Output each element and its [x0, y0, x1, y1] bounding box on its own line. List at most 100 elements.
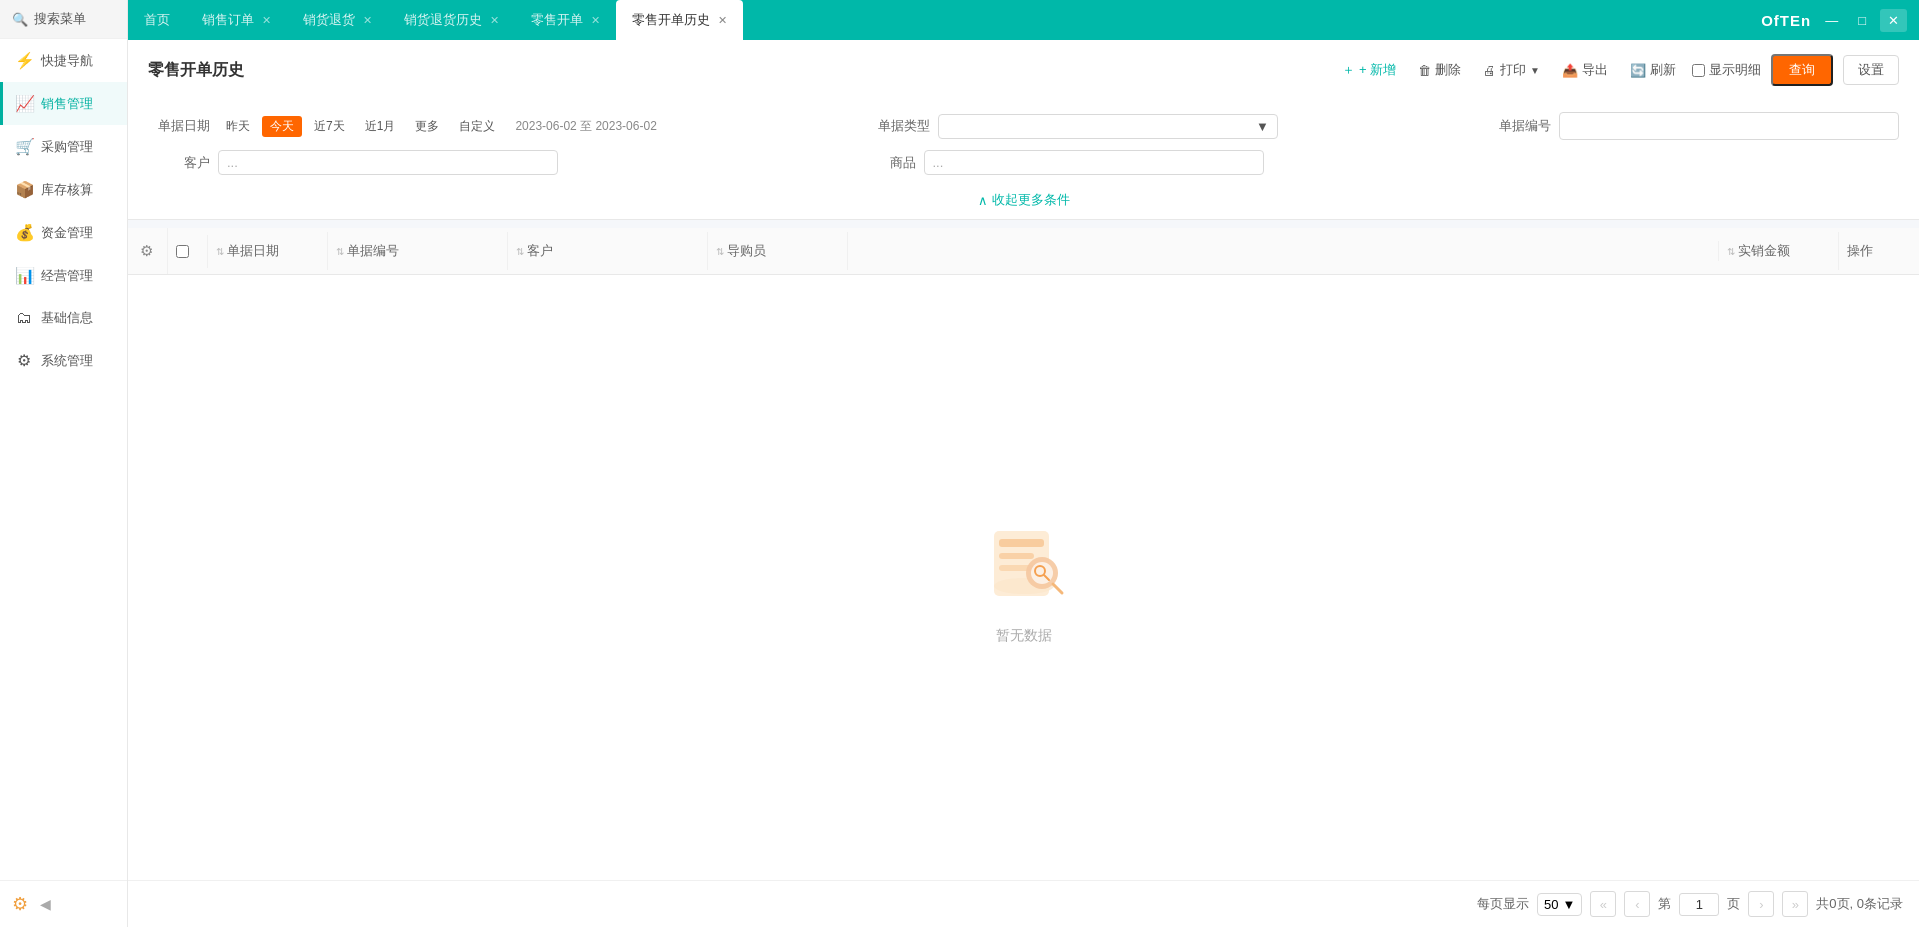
- show-detail-checkbox[interactable]: [1692, 64, 1705, 77]
- close-btn[interactable]: ✕: [1880, 9, 1907, 32]
- tab-sales-return[interactable]: 销货退货 ✕: [287, 0, 388, 40]
- sidebar-item-label: 经营管理: [41, 267, 93, 285]
- refresh-button[interactable]: 🔄 刷新: [1624, 58, 1682, 82]
- sidebar-item-sales-mgmt[interactable]: 📈 销售管理: [0, 82, 127, 125]
- tab-retail-open-history-close[interactable]: ✕: [718, 14, 727, 27]
- date-btn-custom[interactable]: 自定义: [451, 116, 503, 137]
- th-settings[interactable]: ⚙: [128, 228, 168, 274]
- th-checkbox[interactable]: [168, 235, 208, 268]
- per-page-dropdown-icon: ▼: [1562, 897, 1575, 912]
- sort-icon[interactable]: ⇅: [216, 246, 224, 257]
- prev-page-btn[interactable]: ‹: [1624, 891, 1650, 917]
- pagination: 每页显示 50 ▼ « ‹ 第 页 › »: [128, 880, 1919, 927]
- page-title-row: 零售开单历史 ＋ + 新增 🗑 删除 🖨 打印 ▼: [148, 54, 1899, 86]
- sidebar-item-sys-mgmt[interactable]: ⚙ 系统管理: [0, 339, 127, 382]
- sidebar-item-quick-nav[interactable]: ⚡ 快捷导航: [0, 39, 127, 82]
- ops-icon: 📊: [15, 266, 33, 285]
- collapse-filter-btn[interactable]: ∧ 收起更多条件: [148, 185, 1899, 219]
- brand-label: OfTEn: [1761, 12, 1811, 29]
- page-header: 零售开单历史 ＋ + 新增 🗑 删除 🖨 打印 ▼: [128, 40, 1919, 220]
- date-range-text: 2023-06-02 至 2023-06-02: [515, 118, 656, 135]
- tab-sales-order-close[interactable]: ✕: [262, 14, 271, 27]
- sidebar-item-purchase-mgmt[interactable]: 🛒 采购管理: [0, 125, 127, 168]
- tab-retail-open-close[interactable]: ✕: [591, 14, 600, 27]
- empty-icon: [974, 511, 1074, 611]
- sidebar-search-label: 搜索菜单: [34, 10, 86, 28]
- tab-sales-order[interactable]: 销售订单 ✕: [186, 0, 287, 40]
- date-btn-more[interactable]: 更多: [407, 116, 447, 137]
- collapse-sidebar-icon[interactable]: ◀: [40, 896, 51, 912]
- sort-icon[interactable]: ⇅: [716, 246, 724, 257]
- column-settings-icon[interactable]: ⚙: [136, 238, 157, 264]
- add-button[interactable]: ＋ + 新增: [1336, 58, 1402, 82]
- quick-nav-icon: ⚡: [15, 51, 33, 70]
- purchase-icon: 🛒: [15, 137, 33, 156]
- minimize-btn[interactable]: —: [1819, 9, 1844, 32]
- doc-no-label: 单据编号: [1489, 117, 1559, 135]
- export-button[interactable]: 📤 导出: [1556, 58, 1614, 82]
- tab-retail-open[interactable]: 零售开单 ✕: [515, 0, 616, 40]
- sort-icon[interactable]: ⇅: [1727, 246, 1735, 257]
- filter-area: 单据日期 昨天 今天 近7天 近1月 更多 自定义 2023-06-02 至 2…: [148, 100, 1899, 219]
- sidebar-item-ops-mgmt[interactable]: 📊 经营管理: [0, 254, 127, 297]
- select-all-checkbox[interactable]: [176, 245, 189, 258]
- doc-no-input[interactable]: [1559, 112, 1899, 140]
- query-button[interactable]: 查询: [1771, 54, 1833, 86]
- th-amount: ⇅ 实销金额: [1719, 232, 1839, 270]
- th-customer: ⇅ 客户: [508, 232, 708, 270]
- sidebar-item-base-info[interactable]: 🗂 基础信息: [0, 297, 127, 339]
- print-dropdown-icon: ▼: [1530, 65, 1540, 76]
- date-label: 单据日期: [148, 117, 218, 135]
- date-btn-last7[interactable]: 近7天: [306, 116, 353, 137]
- settings-bottom-icon[interactable]: ⚙: [12, 893, 28, 915]
- tab-sales-return-close[interactable]: ✕: [363, 14, 372, 27]
- sales-icon: 📈: [15, 94, 33, 113]
- empty-text: 暂无数据: [996, 627, 1052, 645]
- page-suffix-label: 页: [1727, 895, 1740, 913]
- sidebar-item-inventory[interactable]: 📦 库存核算: [0, 168, 127, 211]
- tab-retail-open-history[interactable]: 零售开单历史 ✕: [616, 0, 743, 40]
- sidebar-bottom: ⚙ ◀: [0, 880, 127, 927]
- tab-home-label: 首页: [144, 11, 170, 29]
- page-prefix-label: 第: [1658, 895, 1671, 913]
- table-header: ⚙ ⇅ 单据日期 ⇅ 单据编号 ⇅ 客户 ⇅: [128, 228, 1919, 275]
- finance-icon: 💰: [15, 223, 33, 242]
- per-page-value: 50: [1544, 897, 1558, 912]
- per-page-label: 每页显示: [1477, 895, 1529, 913]
- th-guide: ⇅ 导购员: [708, 232, 848, 270]
- next-page-btn[interactable]: ›: [1748, 891, 1774, 917]
- settings-button[interactable]: 设置: [1843, 55, 1899, 85]
- refresh-icon: 🔄: [1630, 63, 1646, 78]
- goods-input[interactable]: ...: [924, 150, 1264, 175]
- sidebar-search[interactable]: 🔍 搜索菜单: [0, 0, 127, 39]
- sort-icon[interactable]: ⇅: [336, 246, 344, 257]
- show-detail-checkbox-label[interactable]: 显示明细: [1692, 61, 1761, 79]
- filter-row-date: 单据日期 昨天 今天 近7天 近1月 更多 自定义 2023-06-02 至 2…: [148, 112, 1899, 140]
- tab-retail-open-history-label: 零售开单历史: [632, 11, 710, 29]
- svg-line-7: [1053, 584, 1062, 593]
- page-number-input[interactable]: [1679, 893, 1719, 916]
- svg-rect-3: [999, 553, 1034, 559]
- customer-input[interactable]: ...: [218, 150, 558, 175]
- main-area: 首页 销售订单 ✕ 销货退货 ✕ 销货退货历史 ✕ 零售开单 ✕ 零售开单历史 …: [128, 0, 1919, 927]
- filter-row-customer: 客户 ... 商品 ...: [148, 150, 1899, 175]
- date-btn-last-month[interactable]: 近1月: [357, 116, 404, 137]
- print-button[interactable]: 🖨 打印 ▼: [1477, 58, 1546, 82]
- date-btn-today[interactable]: 今天: [262, 116, 302, 137]
- last-page-btn[interactable]: »: [1782, 891, 1808, 917]
- per-page-select[interactable]: 50 ▼: [1537, 893, 1582, 916]
- doc-type-select[interactable]: ▼: [938, 114, 1278, 139]
- tab-home[interactable]: 首页: [128, 0, 186, 40]
- maximize-btn[interactable]: □: [1852, 9, 1872, 32]
- print-icon: 🖨: [1483, 63, 1496, 78]
- first-page-btn[interactable]: «: [1590, 891, 1616, 917]
- sidebar-item-finance[interactable]: 💰 资金管理: [0, 211, 127, 254]
- tab-sales-return-history[interactable]: 销货退货历史 ✕: [388, 0, 515, 40]
- tab-sales-return-history-close[interactable]: ✕: [490, 14, 499, 27]
- sidebar-item-label: 库存核算: [41, 181, 93, 199]
- content-area: 零售开单历史 ＋ + 新增 🗑 删除 🖨 打印 ▼: [128, 40, 1919, 927]
- th-action: 操作: [1839, 232, 1919, 270]
- delete-button[interactable]: 🗑 删除: [1412, 58, 1467, 82]
- date-btn-yesterday[interactable]: 昨天: [218, 116, 258, 137]
- sort-icon[interactable]: ⇅: [516, 246, 524, 257]
